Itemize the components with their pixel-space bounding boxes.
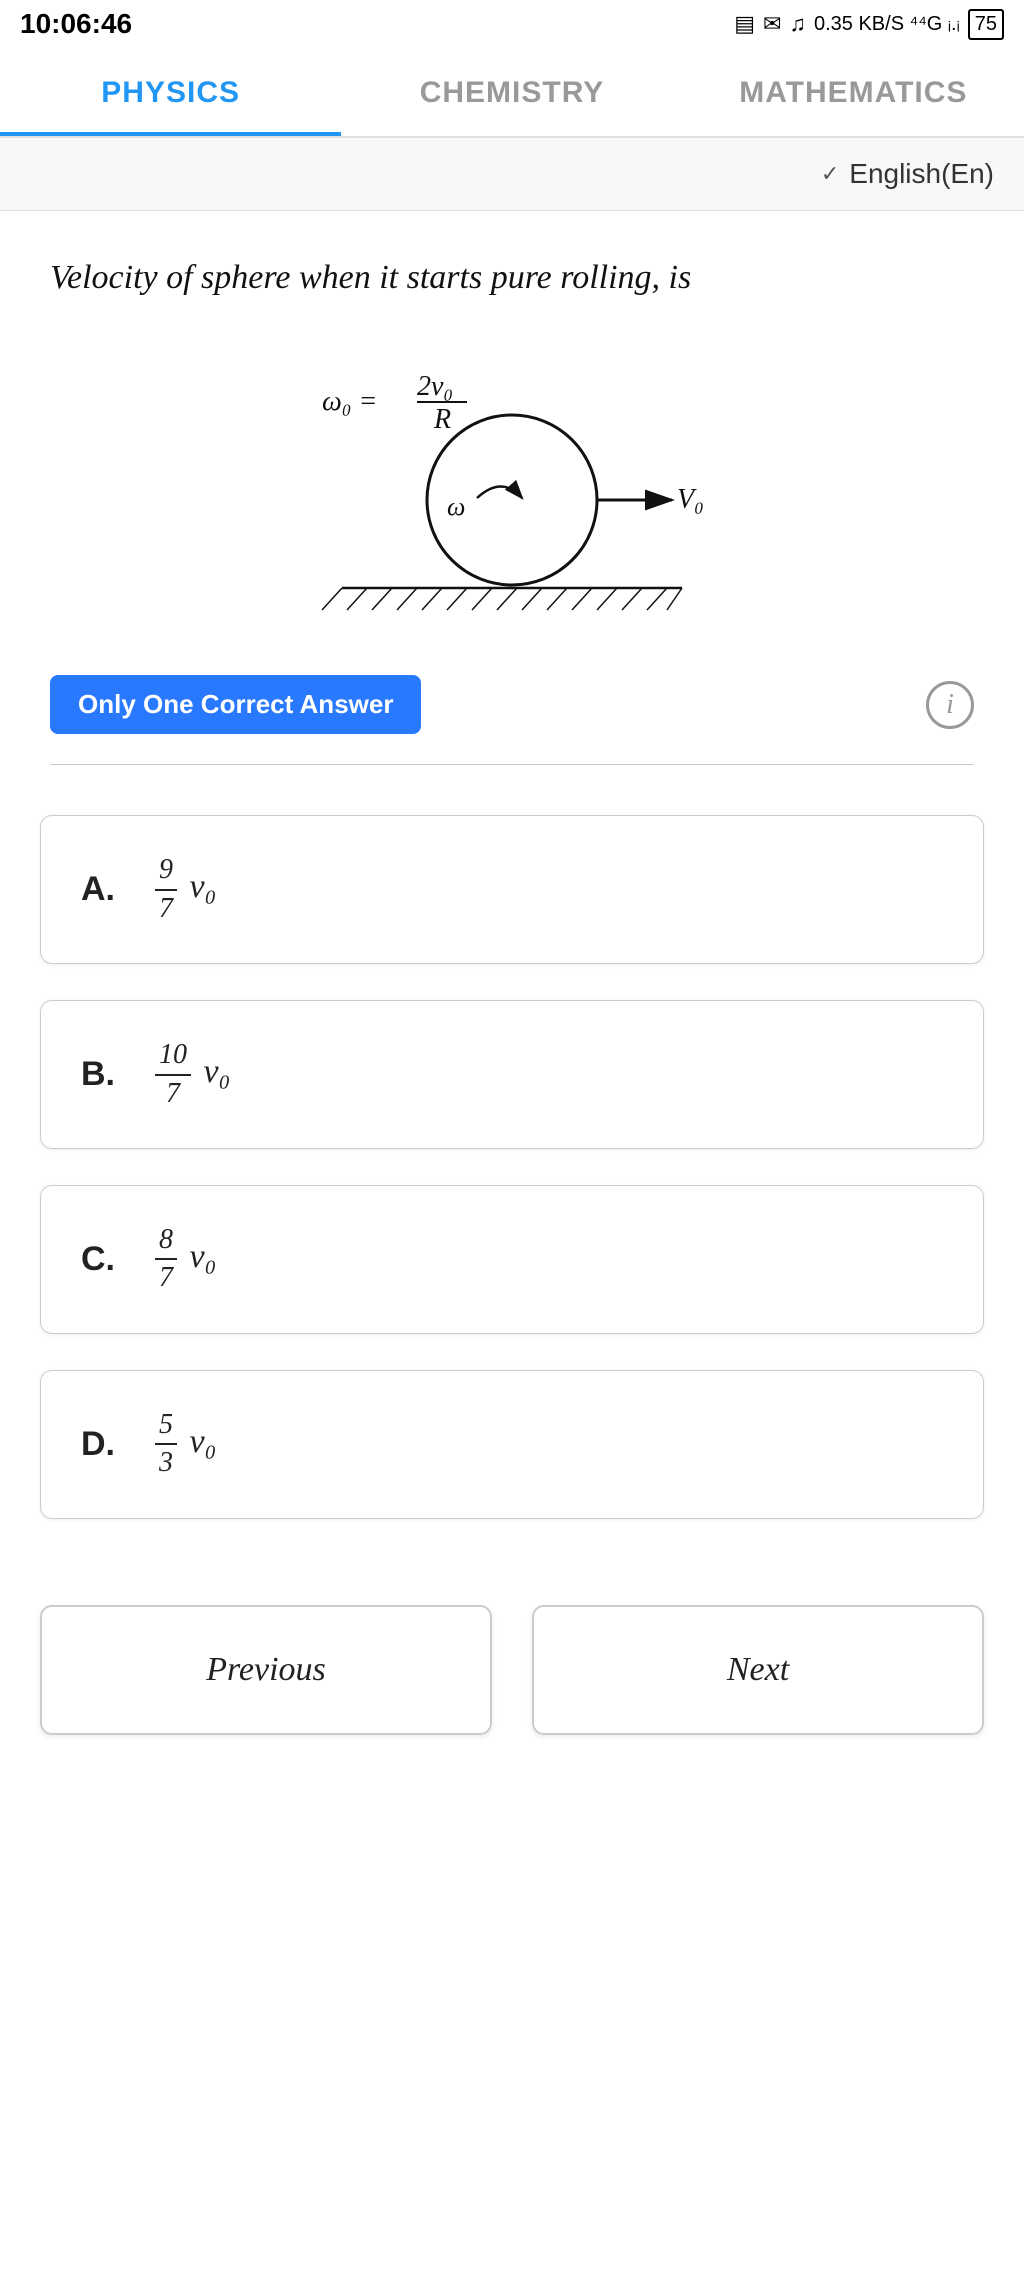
option-b-fraction: 10 7	[155, 1037, 191, 1112]
svg-text:V₀: V₀	[677, 484, 704, 515]
option-a-numerator: 9	[155, 852, 177, 890]
status-time: 10:06:46	[20, 8, 132, 40]
status-bar: 10:06:46 ▤ ✉ ♫ 0.35 KB/S ⁴⁴G ᵢ.ᵢ 75	[0, 0, 1024, 48]
option-b-numerator: 10	[155, 1037, 191, 1075]
language-label: English(En)	[849, 158, 994, 190]
option-d-variable: v₀	[190, 1423, 217, 1460]
battery-icon: 75	[968, 9, 1004, 40]
option-b-math: 10 7 v₀	[151, 1037, 230, 1112]
options-area: A. 9 7 v₀ B. 10 7 v₀ C. 8 7 v₀	[0, 815, 1024, 1518]
svg-text:ω: ω	[447, 492, 465, 521]
option-d-denominator: 3	[155, 1445, 177, 1481]
next-button[interactable]: Next	[532, 1605, 984, 1735]
svg-text:ω₀ =: ω₀ =	[322, 386, 377, 417]
option-d-math: 5 3 v₀	[151, 1407, 216, 1482]
question-text: Velocity of sphere when it starts pure r…	[50, 251, 974, 305]
option-b-label: B.	[81, 1055, 121, 1094]
option-a-variable: v₀	[190, 869, 217, 906]
tab-physics[interactable]: PHYSICS	[0, 48, 341, 136]
status-icons: ▤ ✉ ♫ 0.35 KB/S ⁴⁴G ᵢ.ᵢ 75	[734, 9, 1004, 40]
tab-mathematics[interactable]: MATHEMATICS	[683, 48, 1024, 136]
tab-chemistry[interactable]: CHEMISTRY	[341, 48, 682, 136]
language-bar: ✓ English(En)	[0, 138, 1024, 211]
previous-button[interactable]: Previous	[40, 1605, 492, 1735]
mail-icon: ✉	[763, 11, 781, 37]
option-d-numerator: 5	[155, 1407, 177, 1445]
language-selector[interactable]: ✓ English(En)	[821, 158, 994, 190]
option-a-denominator: 7	[155, 891, 177, 927]
option-b-denominator: 7	[162, 1076, 184, 1112]
option-c-label: C.	[81, 1240, 121, 1279]
option-b-variable: v₀	[204, 1053, 231, 1090]
diagram-container: ω₀ = 2v₀ R ω V₀	[50, 345, 974, 625]
navigation-buttons: Previous Next	[0, 1555, 1024, 1795]
svg-text:2v₀: 2v₀	[417, 371, 453, 402]
option-d-label: D.	[81, 1425, 121, 1464]
option-d-fraction: 5 3	[155, 1407, 177, 1482]
option-c-math: 8 7 v₀	[151, 1222, 216, 1297]
answer-type-badge: Only One Correct Answer	[50, 675, 421, 734]
divider	[50, 764, 974, 765]
option-c-denominator: 7	[155, 1260, 177, 1296]
music-icon: ♫	[789, 11, 806, 37]
option-a-fraction: 9 7	[155, 852, 177, 927]
subject-tabs: PHYSICS CHEMISTRY MATHEMATICS	[0, 48, 1024, 138]
option-c-fraction: 8 7	[155, 1222, 177, 1297]
signal-icons: 0.35 KB/S ⁴⁴G ᵢ.ᵢ	[814, 13, 960, 36]
option-c-numerator: 8	[155, 1222, 177, 1260]
option-d[interactable]: D. 5 3 v₀	[40, 1370, 984, 1519]
option-a-math: 9 7 v₀	[151, 852, 216, 927]
chevron-down-icon: ✓	[821, 161, 839, 187]
info-icon[interactable]: i	[926, 681, 974, 729]
question-area: Velocity of sphere when it starts pure r…	[0, 211, 1024, 815]
physics-diagram: ω₀ = 2v₀ R ω V₀	[262, 345, 762, 625]
svg-text:R: R	[433, 404, 451, 435]
option-c-variable: v₀	[190, 1238, 217, 1275]
answer-type-row: Only One Correct Answer i	[50, 675, 974, 734]
option-a[interactable]: A. 9 7 v₀	[40, 815, 984, 964]
option-b[interactable]: B. 10 7 v₀	[40, 1000, 984, 1149]
notification-icon: ▤	[734, 11, 755, 37]
option-a-label: A.	[81, 870, 121, 909]
option-c[interactable]: C. 8 7 v₀	[40, 1185, 984, 1334]
